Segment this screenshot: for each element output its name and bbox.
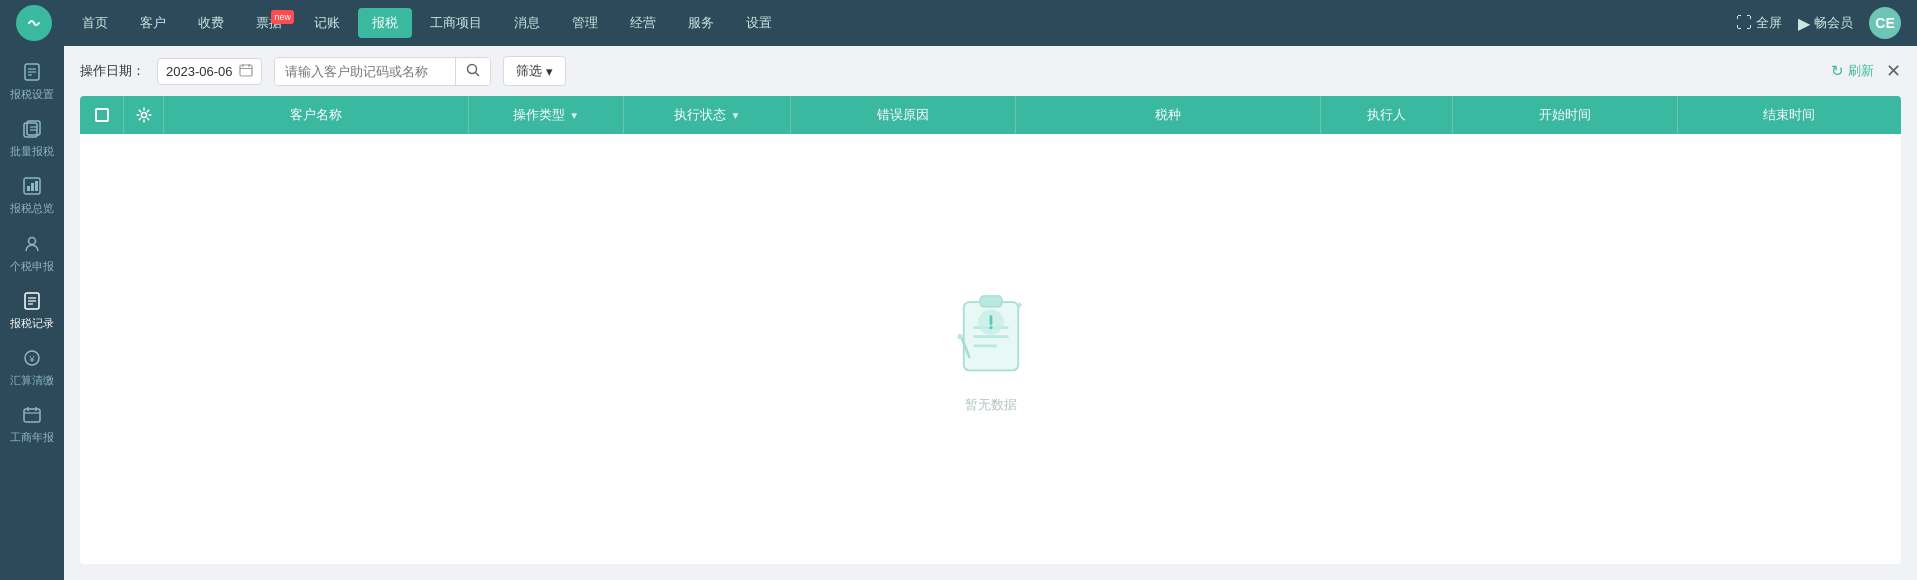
member-button[interactable]: ▶ 畅会员 — [1798, 14, 1853, 33]
app-logo — [16, 5, 52, 41]
nav-item-settings[interactable]: 设置 — [732, 8, 786, 38]
sidebar-item-tax-overview[interactable]: 报税总览 — [0, 168, 64, 223]
annual-report-icon — [22, 405, 42, 428]
svg-rect-10 — [27, 186, 30, 191]
sidebar-item-tax-records[interactable]: 报税记录 — [0, 283, 64, 338]
svg-text:¥: ¥ — [28, 354, 35, 364]
main-layout: 报税设置 批量报税 报税总览 — [0, 46, 1917, 580]
th-error: 错误原因 — [791, 96, 1015, 134]
nav-item-business[interactable]: 工商项目 — [416, 8, 496, 38]
nav-item-fee[interactable]: 收费 — [184, 8, 238, 38]
sidebar-item-personal-tax[interactable]: 个税申报 — [0, 226, 64, 281]
svg-rect-11 — [31, 183, 34, 191]
th-start-time: 开始时间 — [1453, 96, 1677, 134]
nav-item-operation[interactable]: 经营 — [616, 8, 670, 38]
settlement-icon: ¥ — [22, 348, 42, 371]
member-icon: ▶ — [1798, 14, 1810, 33]
th-op-type[interactable]: 操作类型 ▼ — [469, 96, 624, 134]
svg-point-13 — [29, 237, 36, 244]
chevron-down-icon: ▾ — [546, 64, 553, 79]
sidebar-label-personal-tax: 个税申报 — [10, 260, 54, 273]
nav-item-manage[interactable]: 管理 — [558, 8, 612, 38]
th-tax: 税种 — [1016, 96, 1321, 134]
th-end-time: 结束时间 — [1678, 96, 1901, 134]
svg-rect-12 — [35, 181, 38, 191]
nav-item-message[interactable]: 消息 — [500, 8, 554, 38]
refresh-icon: ↻ — [1831, 62, 1844, 80]
svg-line-29 — [475, 72, 479, 76]
date-value: 2023-06-06 — [166, 64, 233, 79]
sidebar-label-tax-settings: 报税设置 — [10, 88, 54, 101]
personal-tax-icon — [22, 234, 42, 257]
svg-text:✦: ✦ — [1014, 299, 1023, 311]
toolbar-right: ↻ 刷新 ✕ — [1831, 60, 1901, 82]
sidebar-item-tax-settings[interactable]: 报税设置 — [0, 54, 64, 109]
sidebar-item-annual-report[interactable]: 工商年报 — [0, 397, 64, 452]
svg-point-40 — [957, 334, 962, 339]
search-input[interactable] — [275, 59, 455, 84]
sort-icon-exec-status: ▼ — [730, 110, 740, 121]
sidebar-label-tax-records: 报税记录 — [10, 317, 54, 330]
sidebar-item-settlement[interactable]: ¥ 汇算清缴 — [0, 340, 64, 395]
fullscreen-icon: ⛶ — [1736, 14, 1752, 32]
nav-item-ticket[interactable]: 票据 new — [242, 8, 296, 38]
search-button[interactable] — [455, 58, 490, 85]
tax-overview-icon — [22, 176, 42, 199]
date-label: 操作日期： — [80, 62, 145, 80]
close-button[interactable]: ✕ — [1886, 60, 1901, 82]
content-area: 操作日期： 2023-06-06 — [64, 46, 1917, 580]
empty-state: ✦ 暂无数据 — [80, 134, 1901, 564]
sidebar-label-batch-tax: 批量报税 — [10, 145, 54, 158]
th-gear[interactable] — [124, 96, 164, 134]
nav-item-home[interactable]: 首页 — [68, 8, 122, 38]
filter-button[interactable]: 筛选 ▾ — [503, 56, 566, 86]
top-navigation: 首页 客户 收费 票据 new 记账 报税 工商项目 消息 管理 经营 服务 设… — [0, 0, 1917, 46]
table-header: 客户名称 操作类型 ▼ 执行状态 ▼ 错误原因 税种 执行人 — [80, 96, 1901, 134]
svg-point-30 — [141, 113, 146, 118]
tax-settings-icon — [22, 62, 42, 85]
th-executor: 执行人 — [1321, 96, 1453, 134]
header-checkbox[interactable] — [95, 108, 109, 122]
sidebar-label-settlement: 汇算清缴 — [10, 374, 54, 387]
new-badge: new — [271, 10, 294, 24]
empty-icon: ✦ — [941, 284, 1041, 384]
empty-text: 暂无数据 — [965, 396, 1017, 414]
filter-label: 筛选 — [516, 62, 542, 80]
refresh-button[interactable]: ↻ 刷新 — [1831, 62, 1874, 80]
nav-item-bookkeeping[interactable]: 记账 — [300, 8, 354, 38]
calendar-icon — [239, 63, 253, 80]
svg-rect-24 — [240, 65, 252, 76]
nav-item-client[interactable]: 客户 — [126, 8, 180, 38]
sidebar-item-batch-tax[interactable]: 批量报税 — [0, 111, 64, 166]
svg-rect-32 — [980, 296, 1002, 307]
toolbar: 操作日期： 2023-06-06 — [64, 46, 1917, 96]
nav-right-area: ⛶ 全屏 ▶ 畅会员 CE — [1736, 7, 1901, 39]
search-wrapper — [274, 57, 491, 86]
th-client: 客户名称 — [164, 96, 469, 134]
nav-menu: 首页 客户 收费 票据 new 记账 报税 工商项目 消息 管理 经营 服务 设… — [68, 8, 1736, 38]
sidebar: 报税设置 批量报税 报税总览 — [0, 46, 64, 580]
table-container: 客户名称 操作类型 ▼ 执行状态 ▼ 错误原因 税种 执行人 — [80, 96, 1901, 564]
sidebar-label-tax-overview: 报税总览 — [10, 202, 54, 215]
user-avatar[interactable]: CE — [1869, 7, 1901, 39]
nav-item-tax[interactable]: 报税 — [358, 8, 412, 38]
batch-tax-icon — [22, 119, 42, 142]
nav-item-service[interactable]: 服务 — [674, 8, 728, 38]
th-exec-status[interactable]: 执行状态 ▼ — [624, 96, 791, 134]
svg-point-28 — [467, 64, 476, 73]
fullscreen-button[interactable]: ⛶ 全屏 — [1736, 14, 1782, 32]
sort-icon-op-type: ▼ — [569, 110, 579, 121]
th-checkbox[interactable] — [80, 96, 124, 134]
date-picker[interactable]: 2023-06-06 — [157, 58, 262, 85]
tax-records-icon — [22, 291, 42, 314]
sidebar-label-annual-report: 工商年报 — [10, 431, 54, 444]
svg-rect-20 — [24, 409, 40, 422]
svg-point-38 — [989, 326, 992, 329]
